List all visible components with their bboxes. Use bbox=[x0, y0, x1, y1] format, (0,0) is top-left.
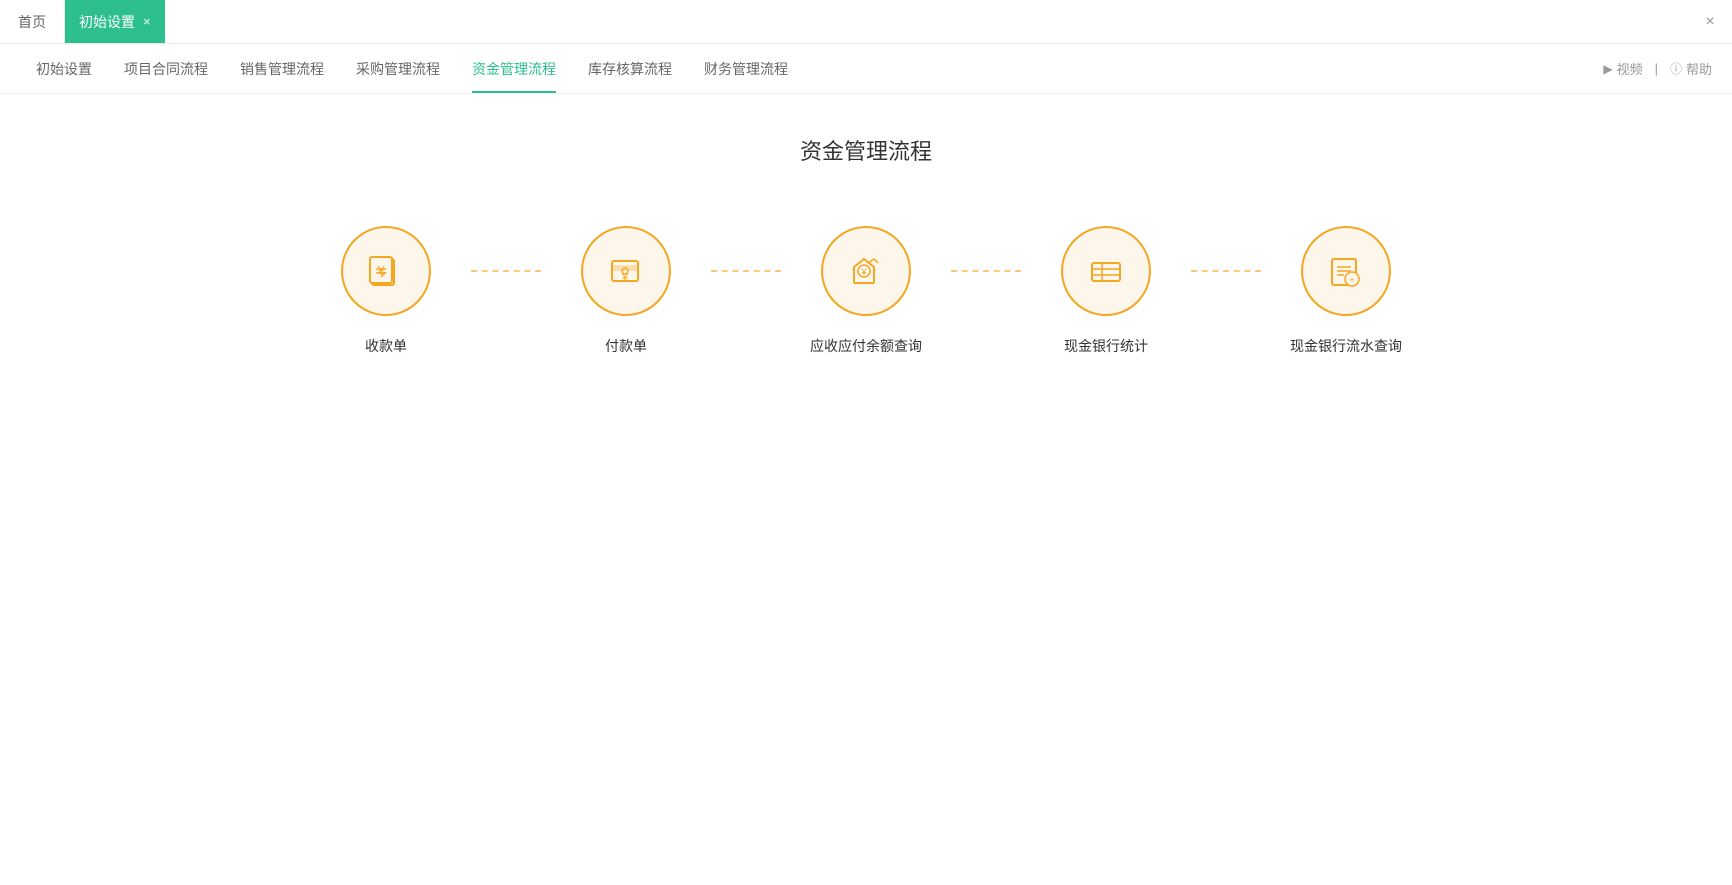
receipt-icon-circle: ¥ bbox=[341, 226, 431, 316]
balance-icon: ¥ bbox=[844, 249, 888, 293]
flow-item-balance[interactable]: ¥ 应收应付余额查询 bbox=[786, 226, 946, 356]
payment-icon-circle: ¥ bbox=[581, 226, 671, 316]
global-close-button[interactable]: × bbox=[1688, 0, 1732, 44]
page-title: 资金管理流程 bbox=[800, 134, 932, 166]
nav-item-project[interactable]: 项目合同流程 bbox=[108, 44, 224, 93]
nav-item-funds[interactable]: 资金管理流程 bbox=[456, 44, 572, 93]
bank-flow-label: 现金银行流水查询 bbox=[1290, 336, 1402, 356]
bank-stat-icon-circle bbox=[1061, 226, 1151, 316]
nav-label-initial: 初始设置 bbox=[36, 59, 92, 79]
nav-item-initial[interactable]: 初始设置 bbox=[20, 44, 108, 93]
video-label: 视频 bbox=[1617, 59, 1643, 78]
flow-item-receipt[interactable]: ¥ 收款单 bbox=[306, 226, 466, 356]
bank-stat-label: 现金银行统计 bbox=[1064, 336, 1148, 356]
bank-flow-icon-circle: + bbox=[1301, 226, 1391, 316]
payment-icon: ¥ bbox=[604, 249, 648, 293]
nav-item-purchase[interactable]: 采购管理流程 bbox=[340, 44, 456, 93]
nav-label-sales: 销售管理流程 bbox=[240, 59, 324, 79]
bank-stat-icon bbox=[1084, 249, 1128, 293]
home-tab-label: 首页 bbox=[18, 12, 46, 32]
top-tab-bar: 首页 初始设置 × × bbox=[0, 0, 1732, 44]
flow-item-bank-stat[interactable]: 现金银行统计 bbox=[1026, 226, 1186, 356]
svg-text:+: + bbox=[1349, 275, 1354, 285]
nav-item-finance[interactable]: 财务管理流程 bbox=[688, 44, 804, 93]
nav-label-project: 项目合同流程 bbox=[124, 59, 208, 79]
home-tab[interactable]: 首页 bbox=[0, 0, 65, 43]
initial-setup-tab[interactable]: 初始设置 × bbox=[65, 0, 165, 43]
bank-flow-icon: + bbox=[1324, 249, 1368, 293]
nav-bar-right: ▶ 视频 | ⓘ 帮助 bbox=[1603, 59, 1712, 78]
balance-label: 应收应付余额查询 bbox=[810, 336, 922, 356]
nav-divider: | bbox=[1655, 61, 1658, 76]
connector-4 bbox=[1186, 270, 1266, 312]
main-content: 资金管理流程 ¥ 收款单 bbox=[0, 94, 1732, 396]
nav-label-purchase: 采购管理流程 bbox=[356, 59, 440, 79]
video-link[interactable]: ▶ 视频 bbox=[1603, 59, 1642, 78]
nav-item-inventory[interactable]: 库存核算流程 bbox=[572, 44, 688, 93]
help-link[interactable]: ⓘ 帮助 bbox=[1670, 59, 1712, 78]
flow-row: ¥ 收款单 ¥ bbox=[306, 226, 1426, 356]
receipt-label: 收款单 bbox=[365, 336, 407, 356]
flow-item-bank-flow[interactable]: + 现金银行流水查询 bbox=[1266, 226, 1426, 356]
flow-item-payment[interactable]: ¥ 付款单 bbox=[546, 226, 706, 356]
close-tab-icon[interactable]: × bbox=[143, 14, 151, 29]
connector-2 bbox=[706, 270, 786, 312]
nav-label-inventory: 库存核算流程 bbox=[588, 59, 672, 79]
balance-icon-circle: ¥ bbox=[821, 226, 911, 316]
nav-label-funds: 资金管理流程 bbox=[472, 59, 556, 79]
nav-item-sales[interactable]: 销售管理流程 bbox=[224, 44, 340, 93]
svg-text:¥: ¥ bbox=[860, 267, 867, 277]
nav-bar: 初始设置 项目合同流程 销售管理流程 采购管理流程 资金管理流程 库存核算流程 … bbox=[0, 44, 1732, 94]
help-label: 帮助 bbox=[1686, 59, 1712, 78]
connector-1 bbox=[466, 270, 546, 312]
svg-text:¥: ¥ bbox=[376, 263, 385, 278]
active-tab-label: 初始设置 bbox=[79, 12, 135, 32]
global-close-icon: × bbox=[1705, 13, 1714, 31]
connector-3 bbox=[946, 270, 1026, 312]
receipt-icon: ¥ bbox=[364, 249, 408, 293]
payment-label: 付款单 bbox=[605, 336, 647, 356]
nav-label-finance: 财务管理流程 bbox=[704, 59, 788, 79]
